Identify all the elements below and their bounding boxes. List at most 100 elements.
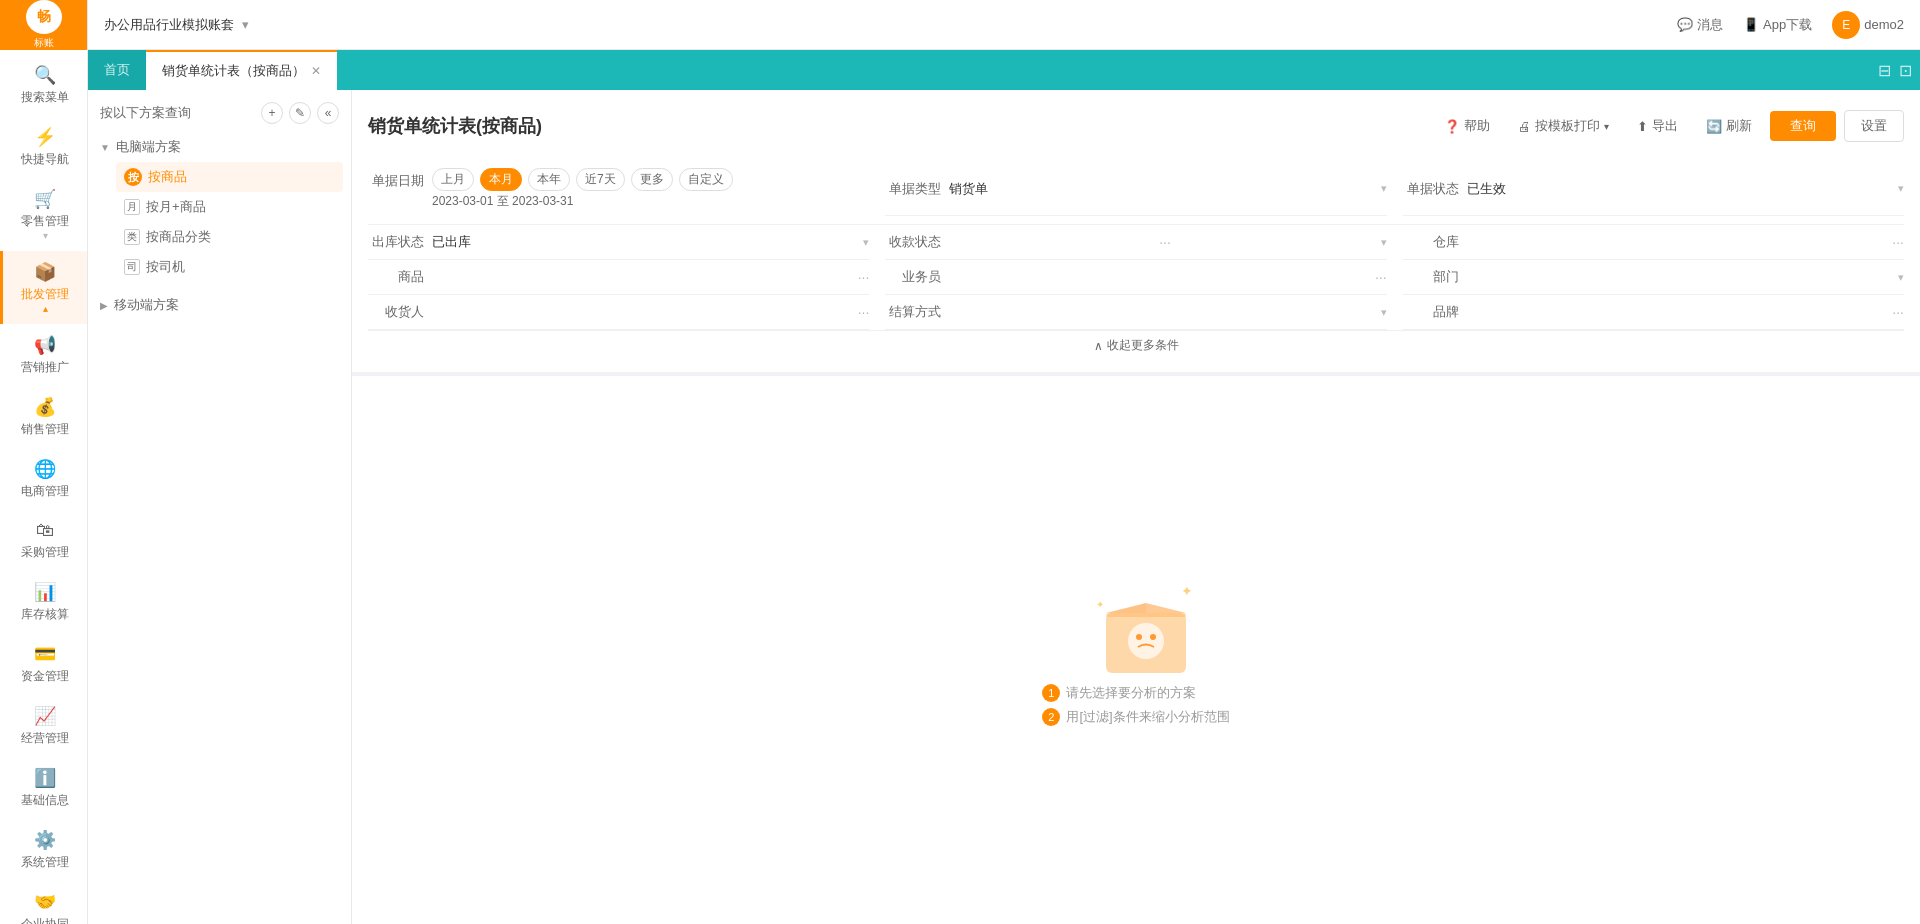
wholesale-icon: 📦 (34, 261, 56, 283)
logo-area: 畅 标账 (0, 0, 87, 50)
finance-icon: 💳 (34, 643, 56, 665)
tab-bar-actions: ⊟ ⊡ (1878, 61, 1920, 80)
query-button[interactable]: 查询 (1770, 111, 1836, 141)
logo-abbr: 畅 (37, 8, 51, 26)
inventory-icon: 📊 (34, 581, 56, 603)
tree-desktop-children: 按 按商品 月 按月+商品 类 按商品分类 司 按司机 (96, 162, 343, 282)
message-button[interactable]: 💬 消息 (1677, 16, 1723, 34)
right-panel: 销货单统计表(按商品) ❓ 帮助 🖨 按模板打印 ▾ ⬆ (352, 90, 1920, 924)
sidebar-item-inventory[interactable]: 📊 库存核算 (0, 571, 87, 633)
tree-child-by-goods[interactable]: 按 按商品 (116, 162, 343, 192)
export-button[interactable]: ⬆ 导出 (1627, 113, 1688, 139)
goods-dots-icon[interactable]: ··· (858, 269, 870, 285)
type-dropdown-icon: ▾ (1381, 182, 1387, 195)
brand-label: 品牌 (1403, 303, 1459, 321)
page-title-row: 销货单统计表(按商品) ❓ 帮助 🖨 按模板打印 ▾ ⬆ (368, 102, 1904, 150)
tree-child-label: 按商品分类 (146, 228, 211, 246)
sidebar-item-search[interactable]: 🔍 搜索菜单 (0, 54, 87, 116)
sidebar-item-operation[interactable]: 📈 经营管理 (0, 695, 87, 757)
goods-label: 商品 (368, 268, 424, 286)
payment-field[interactable]: ▾ (949, 306, 1386, 319)
dept-field[interactable]: ▾ (1467, 271, 1904, 284)
sidebar-item-marketing[interactable]: 📢 营销推广 (0, 324, 87, 386)
user-profile[interactable]: E demo2 (1832, 11, 1904, 39)
sidebar-item-label: 库存核算 (21, 606, 69, 623)
receiver-dots-icon[interactable]: ··· (858, 304, 870, 320)
tree-collapse-icon: ▶ (100, 300, 108, 311)
date-btn-7days[interactable]: 近7天 (576, 168, 625, 191)
empty-illustration: ✦ ✦ · (1076, 568, 1196, 668)
receipt-dots-icon[interactable]: ··· (1159, 234, 1171, 250)
dept-dropdown-icon: ▾ (1898, 271, 1904, 284)
print-dropdown-icon: ▾ (1604, 121, 1609, 132)
sidebar-item-basic[interactable]: ℹ️ 基础信息 (0, 757, 87, 819)
sidebar-item-enterprise[interactable]: 🤝 企业协同 (0, 881, 87, 924)
empty-state: ✦ ✦ · 1 请先选择要分析的方案 2 用[过滤]条件来缩小分析范围 (1042, 568, 1229, 732)
sidebar-item-ecom[interactable]: 🌐 电商管理 (0, 448, 87, 510)
collapse-bar[interactable]: ∧ 收起更多条件 (368, 330, 1904, 360)
warehouse-dots-icon[interactable]: ··· (1892, 234, 1904, 250)
settings-button[interactable]: 设置 (1844, 110, 1904, 142)
step2-text: 用[过滤]条件来缩小分析范围 (1066, 708, 1229, 726)
tab-home[interactable]: 首页 (88, 50, 146, 90)
out-status-field[interactable]: 已出库 ▾ (432, 233, 869, 251)
type-filter-field[interactable]: 销货单 ▾ (949, 180, 1386, 198)
logo-icon: 畅 (26, 0, 62, 34)
sidebar-item-system[interactable]: ⚙️ 系统管理 (0, 819, 87, 881)
sidebar-item-retail[interactable]: 🛒 零售管理 ▾ (0, 178, 87, 251)
tab-report[interactable]: 销货单统计表（按商品） ✕ (146, 50, 337, 90)
app-label: App下载 (1763, 16, 1812, 34)
tab-close-icon[interactable]: ✕ (311, 64, 321, 78)
collapse-panel-button[interactable]: « (317, 102, 339, 124)
step1-num: 1 (1042, 684, 1060, 702)
print-button[interactable]: 🖨 按模板打印 ▾ (1508, 113, 1619, 139)
sidebar-item-label: 经营管理 (21, 730, 69, 747)
avatar: E (1832, 11, 1860, 39)
status-filter-field[interactable]: 已生效 ▾ (1467, 180, 1904, 198)
date-btn-thisyear[interactable]: 本年 (528, 168, 570, 191)
tree-desktop-parent[interactable]: ▼ 电脑端方案 (96, 132, 343, 162)
export-label: 导出 (1652, 117, 1678, 135)
date-btn-lastmonth[interactable]: 上月 (432, 168, 474, 191)
edit-scheme-button[interactable]: ✎ (289, 102, 311, 124)
sidebar-nav: 🔍 搜索菜单 ⚡ 快捷导航 🛒 零售管理 ▾ 📦 批发管理 ▴ 📢 营销推广 💰… (0, 54, 87, 924)
help-button[interactable]: ❓ 帮助 (1434, 113, 1500, 139)
receipt-status-field[interactable]: ··· ▾ (949, 234, 1386, 250)
staff-label: 业务员 (885, 268, 941, 286)
sidebar-item-sales[interactable]: 💰 销售管理 (0, 386, 87, 448)
tab-bar: 首页 销货单统计表（按商品） ✕ ⊟ ⊡ (88, 50, 1920, 90)
date-btn-more[interactable]: 更多 (631, 168, 673, 191)
add-scheme-button[interactable]: + (261, 102, 283, 124)
date-btn-thismonth[interactable]: 本月 (480, 168, 522, 191)
warehouse-field[interactable]: ··· (1467, 234, 1904, 250)
tree-mobile-parent[interactable]: ▶ 移动端方案 (96, 290, 343, 320)
sidebar-item-quicknav[interactable]: ⚡ 快捷导航 (0, 116, 87, 178)
sidebar-item-purchase[interactable]: 🛍 采购管理 (0, 510, 87, 571)
dept-cell: 部门 ▾ (1403, 260, 1904, 295)
brand-field[interactable]: ··· (1467, 304, 1904, 320)
tab-maximize-icon[interactable]: ⊡ (1899, 61, 1912, 80)
staff-dots-icon[interactable]: ··· (1375, 269, 1387, 285)
sidebar-item-wholesale[interactable]: 📦 批发管理 ▴ (0, 251, 87, 324)
type-filter-value: 销货单 (949, 180, 988, 198)
staff-field[interactable]: ··· (949, 269, 1386, 285)
receiver-field[interactable]: ··· (432, 304, 869, 320)
date-buttons: 上月 本月 本年 近7天 更多 自定义 (432, 168, 869, 191)
receipt-status-cell: 收款状态 ··· ▾ (885, 225, 1386, 260)
refresh-button[interactable]: 🔄 刷新 (1696, 113, 1762, 139)
step2-num: 2 (1042, 708, 1060, 726)
date-btn-custom[interactable]: 自定义 (679, 168, 733, 191)
tree-child-by-machine[interactable]: 司 按司机 (116, 252, 343, 282)
tree-child-by-category[interactable]: 类 按商品分类 (116, 222, 343, 252)
tree-child-by-month-goods[interactable]: 月 按月+商品 (116, 192, 343, 222)
out-status-value: 已出库 (432, 233, 471, 251)
tab-home-label: 首页 (104, 61, 130, 79)
workspace-dropdown-icon[interactable]: ▾ (242, 17, 249, 32)
retail-icon: 🛒 (34, 188, 56, 210)
tab-minimize-icon[interactable]: ⊟ (1878, 61, 1891, 80)
sidebar-item-finance[interactable]: 💳 资金管理 (0, 633, 87, 695)
brand-dots-icon[interactable]: ··· (1892, 304, 1904, 320)
goods-field[interactable]: ··· (432, 269, 869, 285)
app-download-button[interactable]: 📱 App下载 (1743, 16, 1812, 34)
empty-step1: 1 请先选择要分析的方案 (1042, 684, 1229, 702)
